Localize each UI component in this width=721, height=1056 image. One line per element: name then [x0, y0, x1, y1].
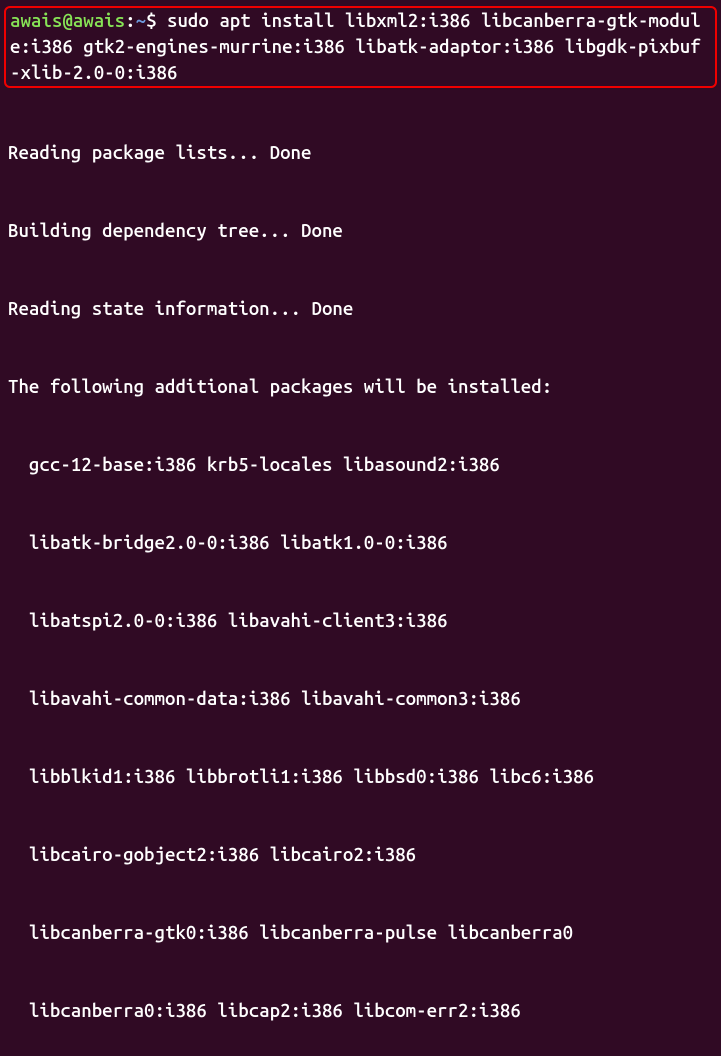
prompt-line: awais@awais:~$ sudo apt install libxml2:… [10, 8, 711, 86]
output-line: libblkid1:i386 libbrotli1:i386 libbsd0:i… [8, 764, 721, 790]
output-line: libatk-bridge2.0-0:i386 libatk1.0-0:i386 [8, 530, 721, 556]
terminal-output: Reading package lists... Done Building d… [4, 88, 721, 1056]
command-highlight-box: awais@awais:~$ sudo apt install libxml2:… [4, 6, 717, 88]
prompt-colon: : [125, 10, 135, 31]
output-line: Reading package lists... Done [8, 140, 721, 166]
output-line: libatspi2.0-0:i386 libavahi-client3:i386 [8, 608, 721, 634]
output-line: The following additional packages will b… [8, 374, 721, 400]
output-line: libcanberra0:i386 libcap2:i386 libcom-er… [8, 998, 721, 1024]
prompt-user: awais@awais [10, 10, 125, 31]
output-line: libcairo-gobject2:i386 libcairo2:i386 [8, 842, 721, 868]
output-line: gcc-12-base:i386 krb5-locales libasound2… [8, 452, 721, 478]
prompt-path: ~ [136, 10, 146, 31]
output-line: Reading state information... Done [8, 296, 721, 322]
output-line: libcanberra-gtk0:i386 libcanberra-pulse … [8, 920, 721, 946]
prompt-dollar: $ [146, 10, 167, 31]
terminal-window[interactable]: awais@awais:~$ sudo apt install libxml2:… [0, 0, 721, 1056]
output-line: Building dependency tree... Done [8, 218, 721, 244]
output-line: libavahi-common-data:i386 libavahi-commo… [8, 686, 721, 712]
